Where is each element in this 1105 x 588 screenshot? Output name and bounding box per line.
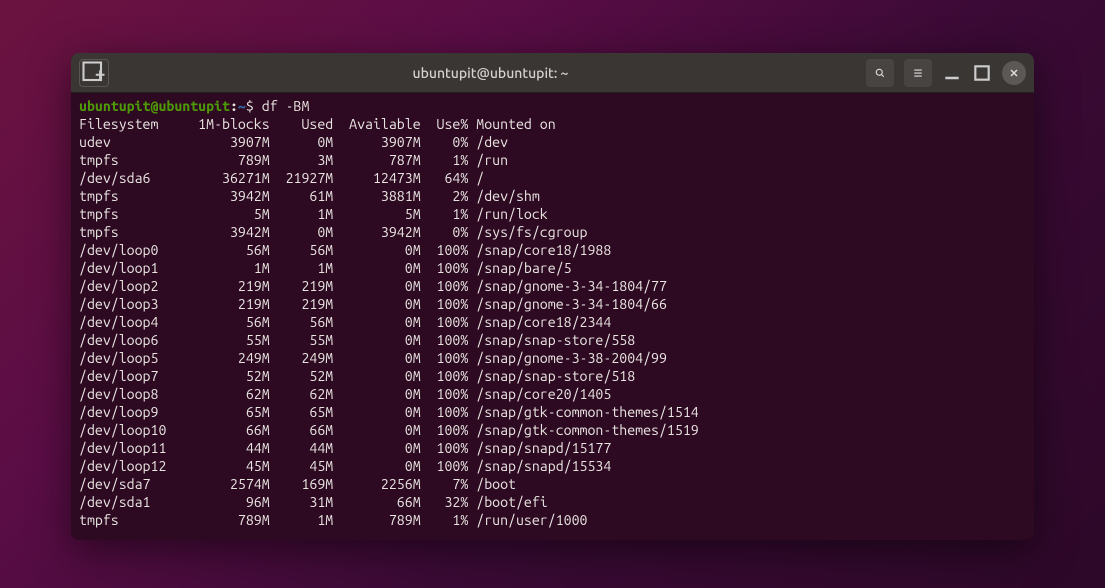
table-row: udev 3907M 0M 3907M 0% /dev: [79, 133, 1026, 151]
new-tab-icon: [80, 59, 108, 87]
prompt-command: df -BM: [262, 98, 310, 114]
table-row: /dev/loop9 65M 65M 0M 100% /snap/gtk-com…: [79, 403, 1026, 421]
prompt-dollar: $: [246, 98, 262, 114]
table-row: /dev/loop11 44M 44M 0M 100% /snap/snapd/…: [79, 439, 1026, 457]
maximize-icon: [972, 63, 992, 83]
table-row: /dev/loop5 249M 249M 0M 100% /snap/gnome…: [79, 349, 1026, 367]
table-row: /dev/sda6 36271M 21927M 12473M 64% /: [79, 169, 1026, 187]
table-row: /dev/loop8 62M 62M 0M 100% /snap/core20/…: [79, 385, 1026, 403]
output-header: Filesystem 1M-blocks Used Available Use%…: [79, 115, 1026, 133]
new-tab-button[interactable]: [79, 59, 109, 87]
minimize-button[interactable]: [942, 63, 962, 83]
table-row: /dev/loop0 56M 56M 0M 100% /snap/core18/…: [79, 241, 1026, 259]
prompt-line: ubuntupit@ubuntupit:~$ df -BM: [79, 97, 1026, 115]
table-row: tmpfs 3942M 0M 3942M 0% /sys/fs/cgroup: [79, 223, 1026, 241]
table-row: /dev/sda7 2574M 169M 2256M 7% /boot: [79, 475, 1026, 493]
table-row: tmpfs 5M 1M 5M 1% /run/lock: [79, 205, 1026, 223]
search-icon: [874, 67, 886, 79]
prompt-user-host: ubuntupit@ubuntupit: [79, 98, 230, 114]
window-title: ubuntupit@ubuntupit: ~: [115, 65, 866, 81]
hamburger-icon: [912, 67, 924, 79]
maximize-button[interactable]: [972, 63, 992, 83]
table-row: /dev/loop3 219M 219M 0M 100% /snap/gnome…: [79, 295, 1026, 313]
search-button[interactable]: [866, 59, 894, 87]
table-row: /dev/loop2 219M 219M 0M 100% /snap/gnome…: [79, 277, 1026, 295]
window-controls: [866, 59, 1026, 87]
close-button[interactable]: [1002, 61, 1026, 85]
close-icon: [1008, 67, 1020, 79]
terminal-body[interactable]: ubuntupit@ubuntupit:~$ df -BMFilesystem …: [71, 93, 1034, 540]
table-row: /dev/loop12 45M 45M 0M 100% /snap/snapd/…: [79, 457, 1026, 475]
table-row: tmpfs 3942M 61M 3881M 2% /dev/shm: [79, 187, 1026, 205]
table-row: tmpfs 789M 3M 787M 1% /run: [79, 151, 1026, 169]
prompt-colon: :: [230, 98, 238, 114]
table-row: /dev/loop7 52M 52M 0M 100% /snap/snap-st…: [79, 367, 1026, 385]
table-row: /dev/loop4 56M 56M 0M 100% /snap/core18/…: [79, 313, 1026, 331]
table-row: /dev/loop1 1M 1M 0M 100% /snap/bare/5: [79, 259, 1026, 277]
titlebar: ubuntupit@ubuntupit: ~: [71, 53, 1034, 93]
table-row: /dev/loop10 66M 66M 0M 100% /snap/gtk-co…: [79, 421, 1026, 439]
table-row: /dev/sda1 96M 31M 66M 32% /boot/efi: [79, 493, 1026, 511]
terminal-window: ubuntupit@ubuntupit: ~ ubuntupit@ubuntup…: [71, 53, 1034, 540]
table-row: tmpfs 789M 1M 789M 1% /run/user/1000: [79, 511, 1026, 529]
menu-button[interactable]: [904, 59, 932, 87]
minimize-icon: [942, 63, 962, 83]
prompt-path: ~: [238, 98, 246, 114]
table-row: /dev/loop6 55M 55M 0M 100% /snap/snap-st…: [79, 331, 1026, 349]
